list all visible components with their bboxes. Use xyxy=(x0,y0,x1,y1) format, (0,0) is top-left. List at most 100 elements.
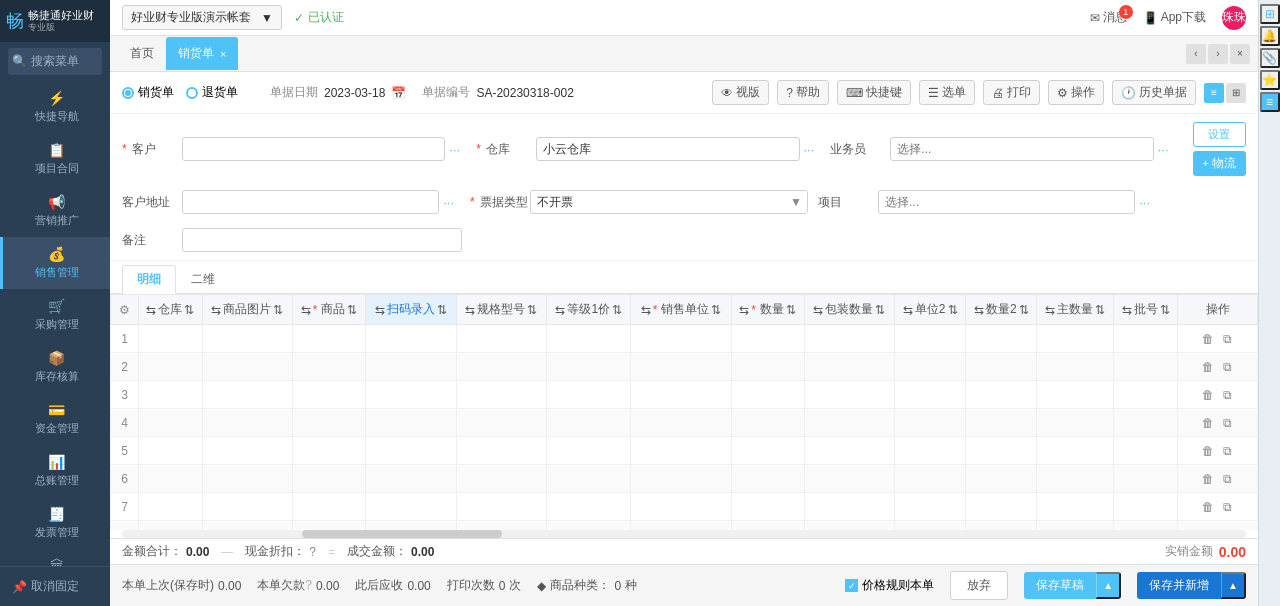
operations-button[interactable]: ⚙ 操作 xyxy=(1048,80,1104,105)
th-price1[interactable]: ⇆等级1价⇅ xyxy=(547,295,631,325)
right-panel-btn-1[interactable]: ⊞ xyxy=(1260,4,1280,24)
th-pack-qty[interactable]: ⇆包装数量⇅ xyxy=(804,295,894,325)
table-wrap[interactable]: ⚙ ⇆仓库⇅ ⇆商品图片⇅ ⇆*商品⇅ ⇆扫码录入⇅ xyxy=(110,294,1258,530)
sidebar-item-inventory[interactable]: 📦 库存核算 xyxy=(0,341,110,393)
invoice-type-select[interactable]: 不开票 xyxy=(530,190,808,214)
row-copy-button[interactable]: ⧉ xyxy=(1220,499,1236,515)
row-copy-button[interactable]: ⧉ xyxy=(1220,359,1236,375)
th-sales-unit[interactable]: ⇆*销售单位⇅ xyxy=(631,295,731,325)
cell-qty2[interactable] xyxy=(966,325,1037,353)
address-dots-button[interactable]: ··· xyxy=(443,195,454,210)
warehouse-dots-button[interactable]: ··· xyxy=(804,142,815,157)
cell-price1[interactable] xyxy=(547,325,631,353)
view-mode-grid[interactable]: ⊞ xyxy=(1226,83,1246,103)
cell-unit2[interactable] xyxy=(895,325,966,353)
right-panel-btn-2[interactable]: 🔔 xyxy=(1260,26,1280,46)
sidebar-item-purchase[interactable]: 🛒 采购管理 xyxy=(0,289,110,341)
horizontal-scrollbar[interactable] xyxy=(122,530,1246,538)
sidebar-item-marketing[interactable]: 📢 营销推广 xyxy=(0,185,110,237)
row-delete-button[interactable]: 🗑 xyxy=(1200,499,1216,515)
sidebar-item-project[interactable]: 📋 项目合同 xyxy=(0,133,110,185)
th-gear[interactable]: ⚙ xyxy=(111,295,139,325)
row-delete-button[interactable]: 🗑 xyxy=(1200,359,1216,375)
bill-date-value[interactable]: 2023-03-18 xyxy=(324,86,385,100)
print-button[interactable]: 🖨 打印 xyxy=(983,80,1040,105)
row-copy-button[interactable]: ⧉ xyxy=(1220,331,1236,347)
view-button[interactable]: 👁 视版 xyxy=(712,80,769,105)
row-copy-button[interactable]: ⧉ xyxy=(1220,443,1236,459)
sidebar-item-quick-nav[interactable]: ⚡ 快捷导航 xyxy=(0,81,110,133)
warehouse-input[interactable] xyxy=(536,137,799,161)
note-input[interactable] xyxy=(182,228,462,252)
search-menu-button[interactable]: 🔍 搜索菜单 xyxy=(8,48,102,75)
cell-barcode[interactable] xyxy=(366,325,456,353)
cancel-fixed-button[interactable]: 📌 取消固定 xyxy=(8,573,102,600)
add-logistics-button[interactable]: + 物流 xyxy=(1193,151,1246,176)
view-mode-list[interactable]: ≡ xyxy=(1204,83,1224,103)
scrollbar-thumb[interactable] xyxy=(302,530,502,538)
th-main-qty[interactable]: ⇆主数量⇅ xyxy=(1037,295,1114,325)
cell-warehouse[interactable] xyxy=(139,325,203,353)
th-batch[interactable]: ⇆批号⇅ xyxy=(1114,295,1178,325)
app-download-button[interactable]: 📱 App下载 xyxy=(1143,9,1206,26)
history-button[interactable]: 🕐 历史单据 xyxy=(1112,80,1196,105)
row-delete-button[interactable]: 🗑 xyxy=(1200,387,1216,403)
th-product-image[interactable]: ⇆商品图片⇅ xyxy=(202,295,292,325)
right-panel-btn-4[interactable]: ⭐ xyxy=(1260,70,1280,90)
sidebar-item-invoice[interactable]: 🧾 发票管理 xyxy=(0,497,110,549)
row-copy-button[interactable]: ⧉ xyxy=(1220,387,1236,403)
help-button[interactable]: ? 帮助 xyxy=(777,80,829,105)
row-delete-button[interactable]: 🗑 xyxy=(1200,471,1216,487)
customer-dots-button[interactable]: ··· xyxy=(449,142,460,157)
bill-no-value[interactable]: SA-20230318-002 xyxy=(476,86,573,100)
row-copy-button[interactable]: ⧉ xyxy=(1220,471,1236,487)
radio-sales-order[interactable]: 销货单 xyxy=(122,84,174,101)
th-product[interactable]: ⇆*商品⇅ xyxy=(292,295,365,325)
tab-next-button[interactable]: › xyxy=(1208,44,1228,64)
user-avatar-button[interactable]: 珠珠 xyxy=(1222,6,1246,30)
tab-close-button[interactable]: × xyxy=(220,48,226,60)
tab-2d[interactable]: 二维 xyxy=(176,265,230,293)
gear-icon[interactable]: ⚙ xyxy=(119,303,130,317)
project-dots-button[interactable]: ··· xyxy=(1139,195,1150,210)
salesperson-input[interactable] xyxy=(890,137,1153,161)
help-icon[interactable]: ? xyxy=(305,578,312,592)
set-button[interactable]: 设置 xyxy=(1193,122,1246,147)
discount-help-icon[interactable]: ? xyxy=(309,545,316,559)
customer-input[interactable] xyxy=(182,137,445,161)
cell-batch[interactable] xyxy=(1114,325,1178,353)
th-quantity[interactable]: ⇆*数量⇅ xyxy=(731,295,804,325)
company-selector[interactable]: 好业财专业版演示帐套 ▼ xyxy=(122,5,282,30)
cell-spec[interactable] xyxy=(456,325,546,353)
sidebar-item-tax[interactable]: 🏛 税务管理 xyxy=(0,549,110,566)
cell-product-image[interactable] xyxy=(202,325,292,353)
tab-close-all-button[interactable]: × xyxy=(1230,44,1250,64)
sidebar-item-sales[interactable]: 💰 销售管理 xyxy=(0,237,110,289)
cell-main-qty[interactable] xyxy=(1037,325,1114,353)
th-spec[interactable]: ⇆规格型号⇅ xyxy=(456,295,546,325)
row-copy-button[interactable]: ⧉ xyxy=(1220,415,1236,431)
row-delete-button[interactable]: 🗑 xyxy=(1200,415,1216,431)
abandon-button[interactable]: 放弃 xyxy=(950,571,1008,600)
save-new-button[interactable]: 保存并新增 xyxy=(1137,572,1221,599)
save-draft-button[interactable]: 保存草稿 xyxy=(1024,572,1096,599)
message-button[interactable]: ✉ 1 消息 xyxy=(1090,9,1127,26)
select-button[interactable]: ☰ 选单 xyxy=(919,80,975,105)
right-panel-btn-5[interactable]: ≡ xyxy=(1260,92,1280,112)
th-qty2[interactable]: ⇆数量2⇅ xyxy=(966,295,1037,325)
project-input[interactable] xyxy=(878,190,1135,214)
cell-sales-unit[interactable] xyxy=(631,325,731,353)
customer-address-input[interactable] xyxy=(182,190,439,214)
cell-product[interactable] xyxy=(292,325,365,353)
radio-return-order[interactable]: 退货单 xyxy=(186,84,238,101)
tab-sales-order[interactable]: 销货单 × xyxy=(166,37,238,70)
th-barcode-entry[interactable]: ⇆扫码录入⇅ xyxy=(366,295,456,325)
shortcuts-button[interactable]: ⌨ 快捷键 xyxy=(837,80,911,105)
th-warehouse[interactable]: ⇆仓库⇅ xyxy=(139,295,203,325)
save-new-arrow-button[interactable]: ▲ xyxy=(1221,572,1246,599)
sidebar-item-accounting[interactable]: 📊 总账管理 xyxy=(0,445,110,497)
row-delete-button[interactable]: 🗑 xyxy=(1200,443,1216,459)
cell-pack-qty[interactable] xyxy=(804,325,894,353)
sidebar-item-capital[interactable]: 💳 资金管理 xyxy=(0,393,110,445)
calendar-icon[interactable]: 📅 xyxy=(391,86,406,100)
